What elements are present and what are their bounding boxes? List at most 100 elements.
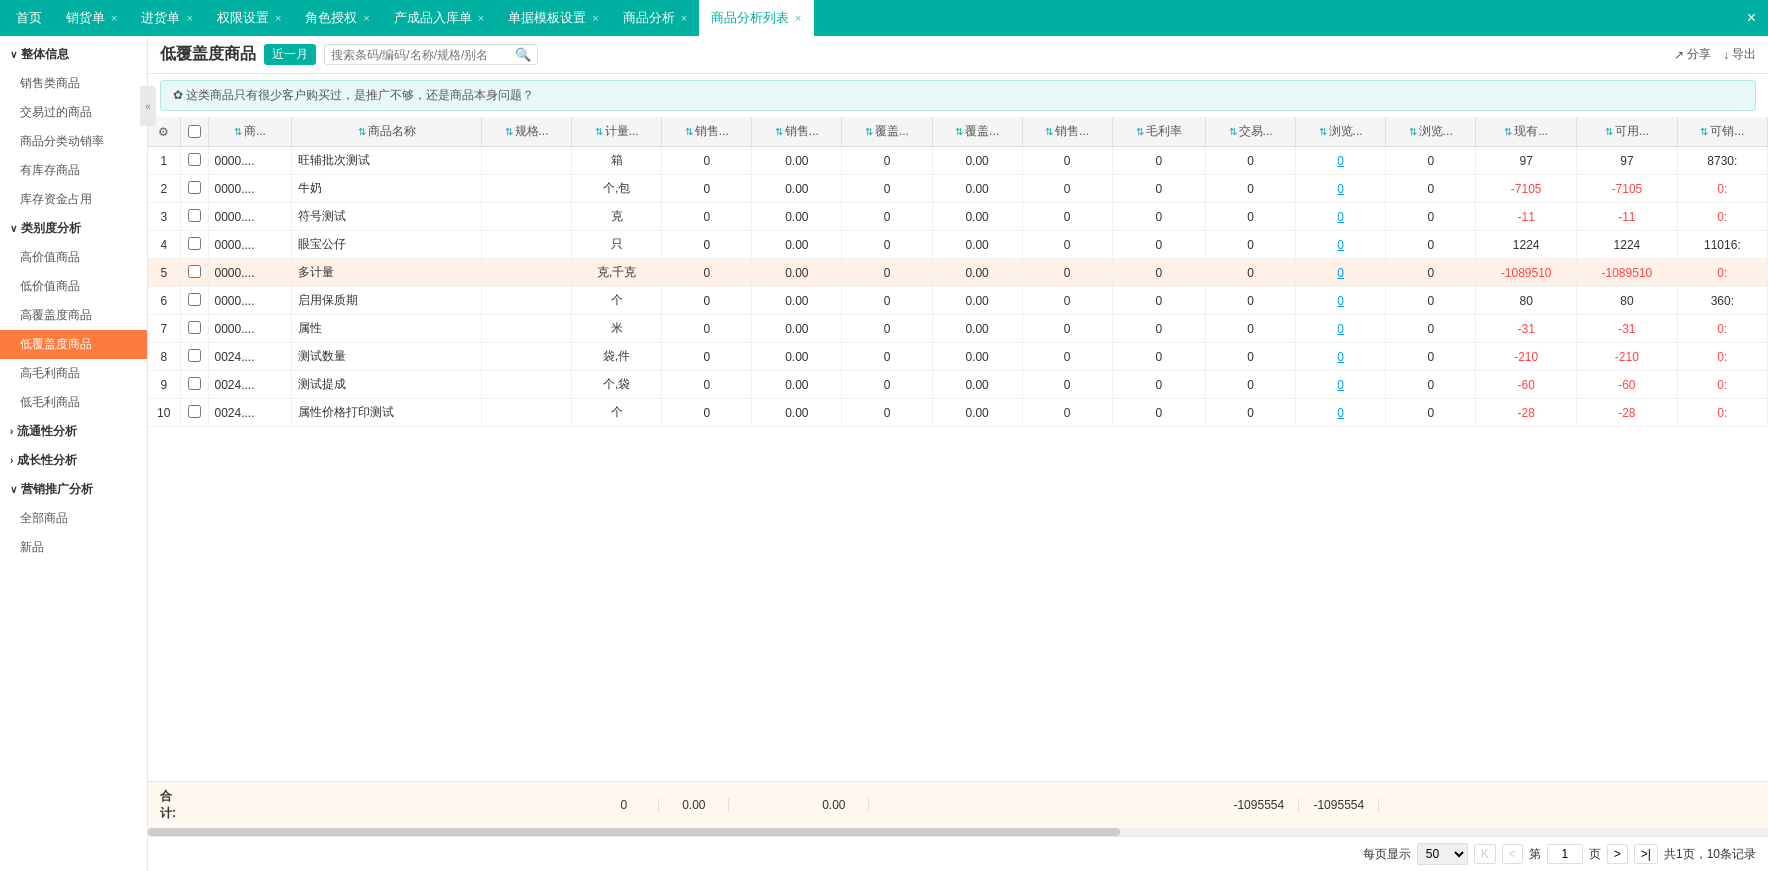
col-available[interactable]: ⇅可用... <box>1577 117 1678 147</box>
row-browse1[interactable]: 0 <box>1296 175 1386 203</box>
search-icon[interactable]: 🔍 <box>515 47 531 62</box>
sidebar-item-low-coverage[interactable]: 低覆盖度商品 <box>0 330 147 359</box>
sort-icon-9: ⇅ <box>1045 126 1053 137</box>
row-browse1[interactable]: 0 <box>1296 231 1386 259</box>
col-unit[interactable]: ⇅计量... <box>572 117 662 147</box>
col-code[interactable]: ⇅商... <box>208 117 292 147</box>
row-cover1: 0 <box>842 203 932 231</box>
row-checkbox[interactable] <box>180 371 208 399</box>
sidebar-section-marketing[interactable]: ∨ 营销推广分析 <box>0 475 147 504</box>
sidebar-collapse-button[interactable]: « <box>140 86 156 126</box>
row-checkbox[interactable] <box>180 399 208 427</box>
row-spec <box>481 231 571 259</box>
nav-tab-product[interactable]: 产成品入库单 × <box>382 0 496 36</box>
nav-tab-role[interactable]: 角色授权 × <box>293 0 381 36</box>
nav-tab-home[interactable]: 首页 <box>4 0 54 36</box>
nav-tab-template[interactable]: 单据模板设置 × <box>496 0 610 36</box>
total-current: -1095554 <box>1219 798 1299 812</box>
col-current[interactable]: ⇅现有... <box>1476 117 1577 147</box>
row-cover2: 0.00 <box>932 147 1022 175</box>
row-browse1[interactable]: 0 <box>1296 259 1386 287</box>
row-browse1[interactable]: 0 <box>1296 287 1386 315</box>
row-checkbox[interactable] <box>180 147 208 175</box>
col-sellable[interactable]: ⇅可销... <box>1677 117 1767 147</box>
sidebar-item-high-coverage[interactable]: 高覆盖度商品 <box>0 301 147 330</box>
col-cover1[interactable]: ⇅覆盖... <box>842 117 932 147</box>
col-browse1[interactable]: ⇅浏览... <box>1296 117 1386 147</box>
col-cover2[interactable]: ⇅覆盖... <box>932 117 1022 147</box>
row-checkbox[interactable] <box>180 231 208 259</box>
sidebar-item-traded-goods[interactable]: 交易过的商品 <box>0 98 147 127</box>
page-number-input[interactable] <box>1547 844 1583 864</box>
sidebar-item-low-profit[interactable]: 低毛利商品 <box>0 388 147 417</box>
sidebar-item-all-goods[interactable]: 全部商品 <box>0 504 147 533</box>
per-page-select[interactable]: 50 20 100 200 <box>1417 843 1468 865</box>
sidebar-section-flow[interactable]: › 流通性分析 <box>0 417 147 446</box>
row-browse1[interactable]: 0 <box>1296 371 1386 399</box>
row-checkbox[interactable] <box>180 315 208 343</box>
close-tab-product[interactable]: × <box>478 12 484 24</box>
row-checkbox[interactable] <box>180 259 208 287</box>
next-page-button[interactable]: > <box>1607 844 1628 864</box>
sidebar-item-new-goods[interactable]: 新品 <box>0 533 147 562</box>
nav-tab-purchase[interactable]: 进货单 × <box>129 0 204 36</box>
window-close-button[interactable]: × <box>1739 9 1764 27</box>
col-gross[interactable]: ⇅毛利率 <box>1112 117 1205 147</box>
sidebar-section-growth[interactable]: › 成长性分析 <box>0 446 147 475</box>
col-sales2[interactable]: ⇅销售... <box>1022 117 1112 147</box>
last-page-button[interactable]: >| <box>1634 844 1658 864</box>
sidebar-item-in-stock[interactable]: 有库存商品 <box>0 156 147 185</box>
sidebar-section-overview[interactable]: ∨ 整体信息 <box>0 40 147 69</box>
col-spec[interactable]: ⇅规格... <box>481 117 571 147</box>
sidebar-item-sales-goods[interactable]: 销售类商品 <box>0 69 147 98</box>
row-browse1[interactable]: 0 <box>1296 203 1386 231</box>
select-all-checkbox[interactable] <box>188 125 201 138</box>
first-page-button[interactable]: K <box>1474 844 1496 864</box>
row-browse1[interactable]: 0 <box>1296 399 1386 427</box>
row-checkbox[interactable] <box>180 203 208 231</box>
close-tab-analysis-list[interactable]: × <box>795 12 801 24</box>
col-sales-qty[interactable]: ⇅销售... <box>662 117 752 147</box>
row-trade: 0 <box>1206 231 1296 259</box>
nav-tab-analysis[interactable]: 商品分析 × <box>611 0 699 36</box>
row-sales2: 0 <box>1022 259 1112 287</box>
row-browse1[interactable]: 0 <box>1296 147 1386 175</box>
prev-page-button[interactable]: < <box>1502 844 1523 864</box>
close-tab-analysis[interactable]: × <box>681 12 687 24</box>
data-table: ⚙ ⇅商... ⇅商品名称 ⇅ <box>148 117 1768 427</box>
row-name: 属性价格打印测试 <box>292 399 482 427</box>
row-browse1[interactable]: 0 <box>1296 315 1386 343</box>
search-input[interactable] <box>331 48 511 62</box>
row-checkbox[interactable] <box>180 287 208 315</box>
export-button[interactable]: ↓ 导出 <box>1723 46 1756 63</box>
col-trade[interactable]: ⇅交易... <box>1206 117 1296 147</box>
close-tab-permission[interactable]: × <box>275 12 281 24</box>
close-tab-sales[interactable]: × <box>111 12 117 24</box>
close-tab-template[interactable]: × <box>592 12 598 24</box>
row-checkbox[interactable] <box>180 175 208 203</box>
sidebar-item-category-rate[interactable]: 商品分类动销率 <box>0 127 147 156</box>
col-sales-amt[interactable]: ⇅销售... <box>752 117 842 147</box>
sidebar-item-high-value[interactable]: 高价值商品 <box>0 243 147 272</box>
close-tab-role[interactable]: × <box>363 12 369 24</box>
row-browse1[interactable]: 0 <box>1296 343 1386 371</box>
row-checkbox[interactable] <box>180 343 208 371</box>
sidebar-section-category[interactable]: ∨ 类别度分析 <box>0 214 147 243</box>
share-button[interactable]: ↗ 分享 <box>1674 46 1711 63</box>
sidebar-item-high-profit[interactable]: 高毛利商品 <box>0 359 147 388</box>
sidebar-item-low-value[interactable]: 低价值商品 <box>0 272 147 301</box>
row-available: -1089510 <box>1577 259 1678 287</box>
row-sales-qty: 0 <box>662 343 752 371</box>
nav-tab-permission[interactable]: 权限设置 × <box>205 0 293 36</box>
col-browse2[interactable]: ⇅浏览... <box>1386 117 1476 147</box>
close-tab-purchase[interactable]: × <box>186 12 192 24</box>
data-table-wrapper[interactable]: ⚙ ⇅商... ⇅商品名称 ⇅ <box>148 117 1768 781</box>
sidebar-item-capital[interactable]: 库存资金占用 <box>0 185 147 214</box>
period-button[interactable]: 近一月 <box>264 44 316 65</box>
nav-tab-sales[interactable]: 销货单 × <box>54 0 129 36</box>
settings-icon[interactable]: ⚙ <box>158 125 169 139</box>
col-name[interactable]: ⇅商品名称 <box>292 117 482 147</box>
col-checkbox[interactable] <box>180 117 208 147</box>
nav-tab-analysis-list[interactable]: 商品分析列表 × <box>699 0 813 36</box>
row-gross: 0 <box>1112 231 1205 259</box>
